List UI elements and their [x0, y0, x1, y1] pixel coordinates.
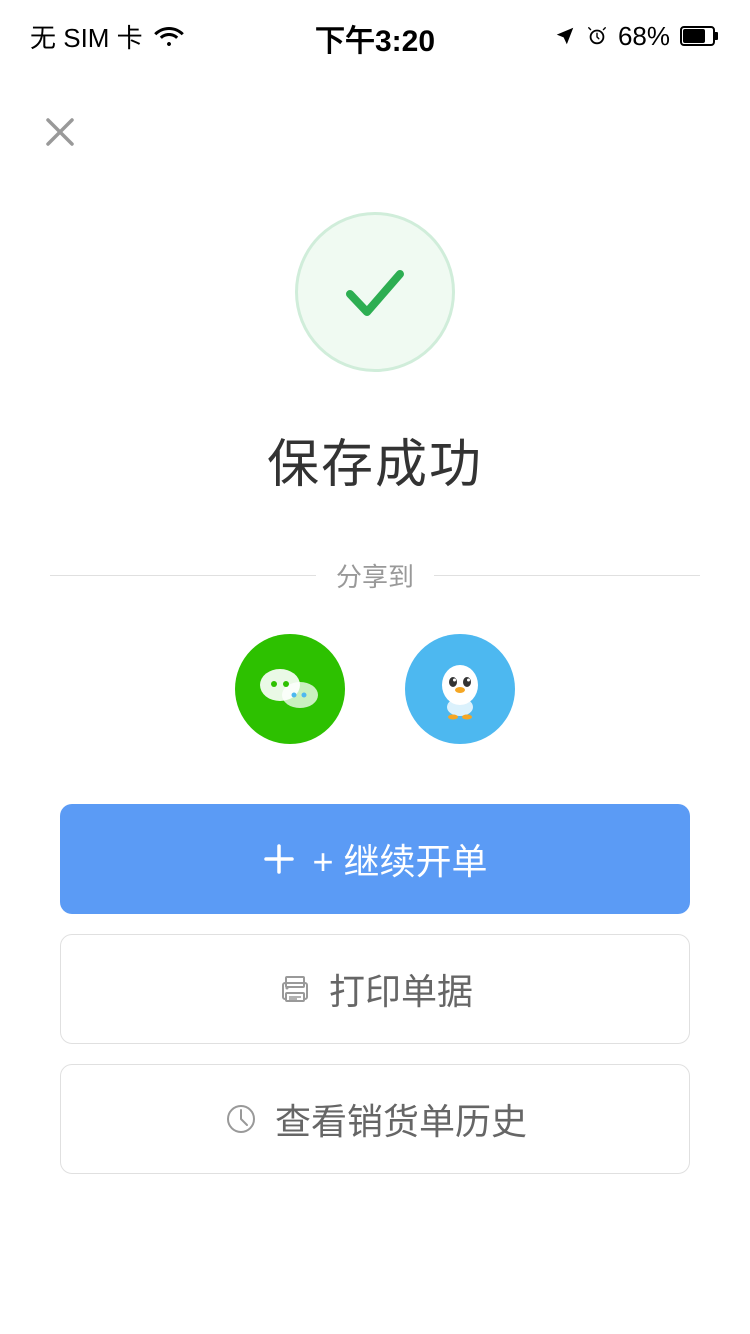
continue-label: + 继续开单 — [312, 833, 487, 885]
battery-icon — [680, 25, 720, 47]
print-label: 打印单据 — [329, 963, 473, 1015]
history-button[interactable]: 查看销货单历史 — [60, 1064, 690, 1174]
success-title: 保存成功 — [267, 422, 483, 497]
battery-text: 68% — [618, 21, 670, 52]
share-section: 分享到 — [50, 557, 700, 744]
history-label: 查看销货单历史 — [275, 1093, 527, 1145]
close-icon — [40, 112, 80, 152]
close-button[interactable] — [20, 92, 100, 172]
qq-share-button[interactable] — [405, 634, 515, 744]
wechat-icon — [256, 659, 324, 719]
wifi-icon — [153, 24, 185, 48]
wechat-share-button[interactable] — [235, 634, 345, 744]
plus-icon — [262, 842, 296, 876]
status-left: 无 SIM 卡 — [30, 18, 185, 55]
action-buttons: + 继续开单 打印单据 查看销货单历史 — [50, 804, 700, 1194]
location-icon — [554, 25, 576, 47]
share-label: 分享到 — [336, 557, 414, 594]
share-divider: 分享到 — [50, 557, 700, 594]
sim-text: 无 SIM 卡 — [30, 18, 143, 55]
checkmark-icon — [335, 252, 415, 332]
print-button[interactable]: 打印单据 — [60, 934, 690, 1044]
success-icon-circle — [295, 212, 455, 372]
qq-icon — [428, 657, 493, 722]
main-content: 保存成功 分享到 — [0, 172, 750, 1334]
print-icon — [277, 971, 313, 1007]
status-right: 68% — [554, 21, 720, 52]
continue-button[interactable]: + 继续开单 — [60, 804, 690, 914]
history-icon — [223, 1101, 259, 1137]
share-icons — [235, 634, 515, 744]
alarm-icon — [586, 25, 608, 47]
status-time: 下午3:20 — [315, 16, 435, 60]
status-bar: 无 SIM 卡 下午3:20 68% — [0, 0, 750, 72]
